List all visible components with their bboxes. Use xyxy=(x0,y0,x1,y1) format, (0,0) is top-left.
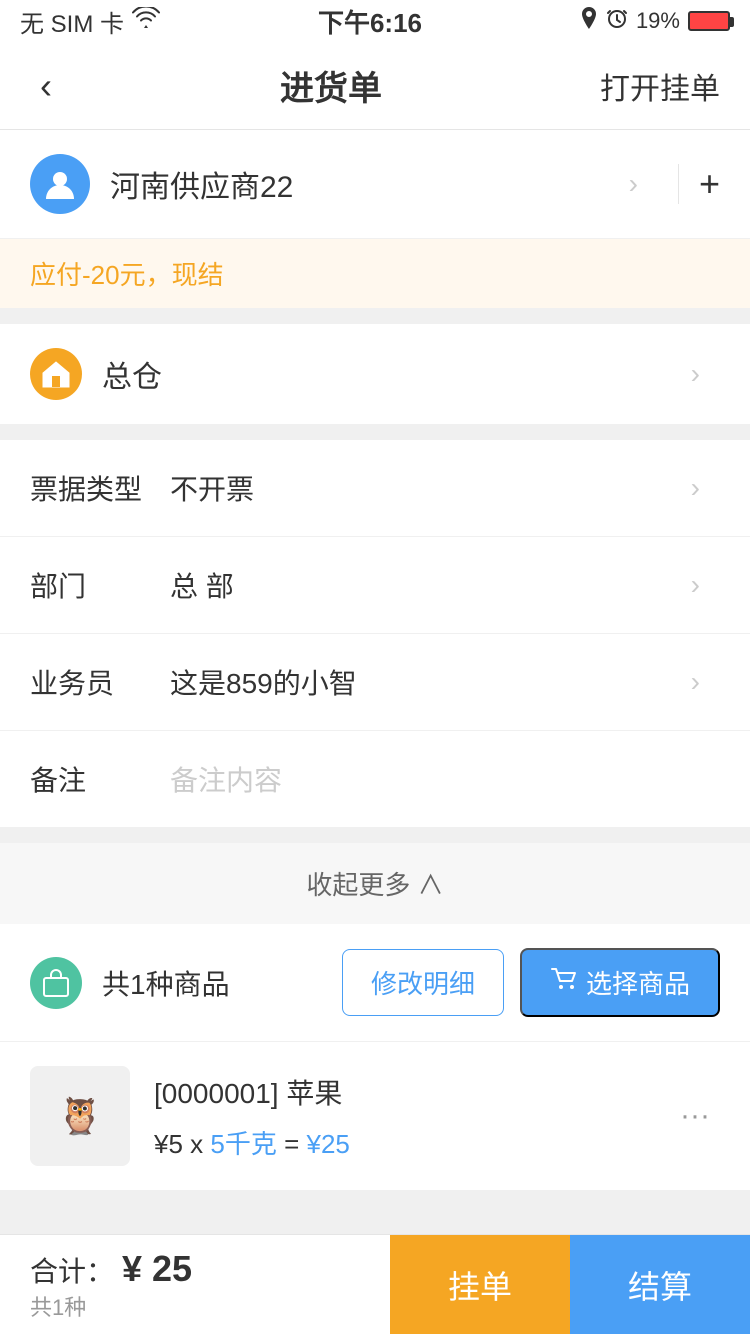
collapse-button[interactable]: 收起更多 ∧ xyxy=(0,843,750,924)
total-amount: ¥ 25 xyxy=(122,1248,192,1290)
supplier-name: 河南供应商22 xyxy=(110,162,629,206)
invoice-label: 票据类型 xyxy=(30,468,150,508)
open-hang-button[interactable]: 打开挂单 xyxy=(600,64,720,108)
chevron-right-icon: › xyxy=(691,358,700,390)
location-icon xyxy=(580,7,598,35)
nav-bar: ‹ 进货单 打开挂单 xyxy=(0,42,750,130)
department-label: 部门 xyxy=(30,565,150,605)
edit-detail-button[interactable]: 修改明细 xyxy=(342,949,504,1016)
chevron-right-icon: › xyxy=(691,472,700,504)
product-name: [0000001] 苹果 xyxy=(154,1072,670,1112)
wifi-icon xyxy=(132,7,160,36)
total-top: 合计： ¥ 25 xyxy=(30,1248,360,1290)
cart-icon xyxy=(550,967,578,998)
total-label: 合计： xyxy=(30,1250,114,1290)
product-thumbnail: 🦉 xyxy=(30,1066,130,1166)
page-title: 进货单 xyxy=(280,61,382,110)
status-left: 无 SIM 卡 xyxy=(20,4,160,39)
remark-input[interactable]: 备注内容 xyxy=(170,759,720,799)
status-bar: 无 SIM 卡 下午6:16 19% xyxy=(0,0,750,42)
product-price: ¥5 x 5千克 = ¥25 xyxy=(154,1124,670,1161)
total-count: 共1种 xyxy=(30,1290,360,1322)
status-right: 19% xyxy=(580,7,730,35)
battery-icon xyxy=(688,11,730,31)
battery-text: 19% xyxy=(636,8,680,34)
select-product-button[interactable]: 选择商品 xyxy=(520,948,720,1017)
department-value: 总 部 xyxy=(170,565,691,605)
back-button[interactable]: ‹ xyxy=(30,55,62,117)
sim-text: 无 SIM 卡 xyxy=(20,4,124,39)
status-time: 下午6:16 xyxy=(318,3,422,40)
warehouse-row[interactable]: 总仓 › xyxy=(0,324,750,424)
hang-button[interactable]: 挂单 xyxy=(390,1235,570,1334)
more-options-button[interactable]: ··· xyxy=(670,1089,720,1143)
department-row[interactable]: 部门 总 部 › xyxy=(0,537,750,634)
main-content: 河南供应商22 › + 应付-20元，现结 总仓 › 票据类型 不开票 › 部门… xyxy=(0,130,750,1306)
warehouse-name: 总仓 xyxy=(102,352,691,396)
total-section: 合计： ¥ 25 共1种 xyxy=(0,1235,390,1334)
product-count: 共1种商品 xyxy=(102,963,342,1003)
product-icon xyxy=(30,957,82,1009)
select-product-label: 选择商品 xyxy=(586,964,690,1001)
supplier-row[interactable]: 河南供应商22 › + xyxy=(0,130,750,239)
alarm-icon xyxy=(606,7,628,35)
chevron-right-icon: › xyxy=(691,569,700,601)
remark-label: 备注 xyxy=(30,759,150,799)
salesman-label: 业务员 xyxy=(30,662,150,702)
divider xyxy=(678,164,679,204)
warehouse-card: 总仓 › xyxy=(0,324,750,424)
chevron-right-icon: › xyxy=(691,666,700,698)
avatar xyxy=(30,154,90,214)
supplier-card: 河南供应商22 › + 应付-20元，现结 xyxy=(0,130,750,308)
product-header: 共1种商品 修改明细 选择商品 xyxy=(0,924,750,1042)
bottom-bar: 合计： ¥ 25 共1种 挂单 结算 xyxy=(0,1234,750,1334)
product-section: 共1种商品 修改明细 选择商品 🦉 [0000001] 苹果 ¥5 xyxy=(0,924,750,1190)
product-item: 🦉 [0000001] 苹果 ¥5 x 5千克 = ¥25 ··· xyxy=(0,1042,750,1190)
invoice-type-row[interactable]: 票据类型 不开票 › xyxy=(0,440,750,537)
add-supplier-button[interactable]: + xyxy=(699,163,720,205)
invoice-value: 不开票 xyxy=(170,468,691,508)
salesman-value: 这是859的小智 xyxy=(170,662,691,702)
warehouse-icon xyxy=(30,348,82,400)
checkout-button[interactable]: 结算 xyxy=(570,1235,750,1334)
owl-logo: 🦉 xyxy=(58,1095,103,1137)
remark-row[interactable]: 备注 备注内容 xyxy=(0,731,750,827)
chevron-right-icon: › xyxy=(629,168,638,200)
salesman-row[interactable]: 业务员 这是859的小智 › xyxy=(0,634,750,731)
form-card: 票据类型 不开票 › 部门 总 部 › 业务员 这是859的小智 › 备注 备注… xyxy=(0,440,750,827)
debt-notice: 应付-20元，现结 xyxy=(0,239,750,308)
product-info: [0000001] 苹果 ¥5 x 5千克 = ¥25 xyxy=(154,1072,670,1161)
